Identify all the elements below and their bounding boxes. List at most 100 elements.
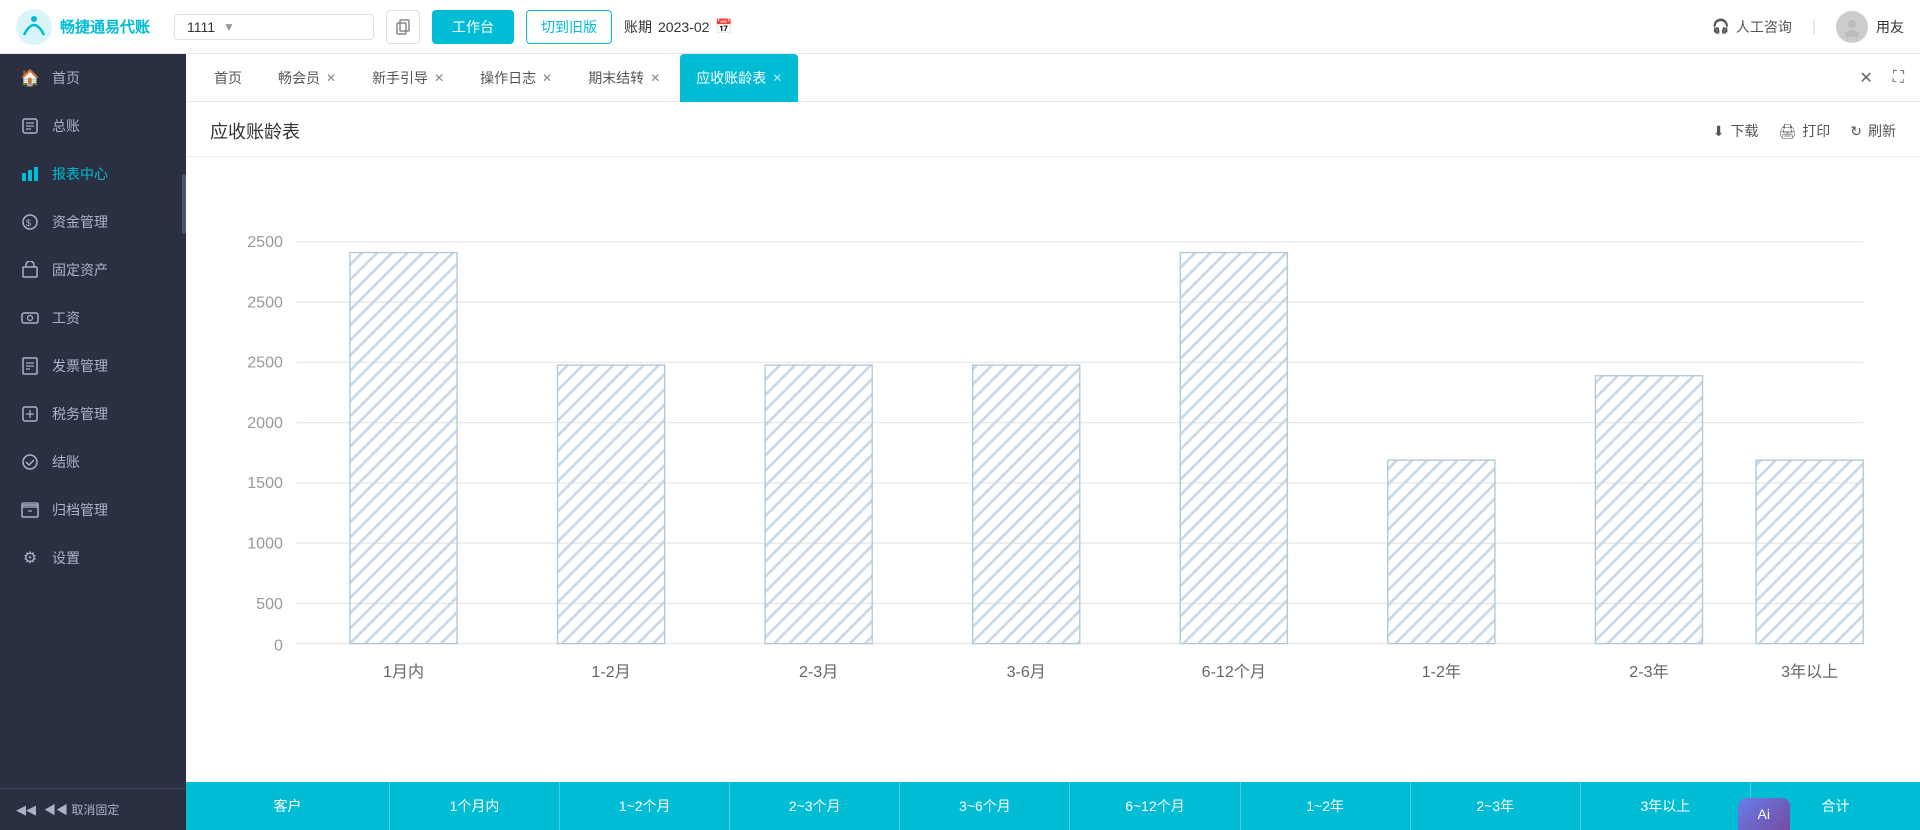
period-label: 账期: [624, 17, 652, 37]
sidebar-label-home: 首页: [52, 68, 80, 88]
col-2-3month: 2~3个月: [730, 782, 900, 830]
bar-1month: 1月内: [350, 253, 457, 682]
main-area: 🏠 首页 总账 报表中心 $ 资金管理: [0, 54, 1920, 830]
assets-icon: [20, 260, 40, 280]
pin-icon: ◀◀: [16, 802, 36, 818]
sidebar-item-settings[interactable]: ⚙ 设置: [0, 534, 186, 582]
bar-2-3month: 2-3月: [765, 365, 872, 681]
funds-icon: $: [20, 212, 40, 232]
sidebar-item-archive[interactable]: 归档管理: [0, 486, 186, 534]
sidebar-item-checkout[interactable]: 结账: [0, 438, 186, 486]
tax-icon: [20, 404, 40, 424]
calendar-icon[interactable]: 📅: [715, 18, 732, 35]
copy-button[interactable]: [386, 10, 420, 44]
app-container: 畅捷通易代账 1111 ▼ 工作台 切到旧版 账期 2023-02 📅 🎧 人工…: [0, 0, 1920, 830]
logo-icon: [16, 9, 52, 45]
svg-text:2-3年: 2-3年: [1629, 663, 1668, 681]
headset-icon: 🎧: [1712, 18, 1729, 35]
consult-label: 人工咨询: [1736, 17, 1792, 37]
salary-icon: [20, 308, 40, 328]
settings-icon: ⚙: [20, 548, 40, 568]
chevron-down-icon: ▼: [223, 20, 235, 34]
tab-guide-close[interactable]: ✕: [434, 71, 444, 85]
tab-period-end[interactable]: 期末结转 ✕: [572, 54, 676, 102]
tab-aging[interactable]: 应收账龄表 ✕: [680, 54, 798, 102]
svg-text:0: 0: [274, 636, 283, 654]
archive-icon: [20, 500, 40, 520]
svg-text:1500: 1500: [247, 474, 283, 492]
sidebar-item-reports[interactable]: 报表中心: [0, 150, 186, 198]
col-2-3year: 2~3年: [1411, 782, 1581, 830]
svg-text:2-3月: 2-3月: [799, 663, 838, 681]
col-customer: 客户: [186, 782, 390, 830]
sidebar-item-home[interactable]: 🏠 首页: [0, 54, 186, 102]
logo-text: 畅捷通易代账: [60, 16, 150, 37]
sidebar-item-funds[interactable]: $ 资金管理: [0, 198, 186, 246]
logo-area: 畅捷通易代账: [16, 9, 150, 45]
download-button[interactable]: ⬇ 下载: [1713, 121, 1759, 141]
sidebar-label-funds: 资金管理: [52, 212, 108, 232]
bar-1-2year: 1-2年: [1388, 460, 1495, 681]
ai-badge[interactable]: Ai: [1738, 798, 1790, 830]
sidebar-item-assets[interactable]: 固定资产: [0, 246, 186, 294]
user-avatar: [1836, 11, 1868, 43]
switch-old-button[interactable]: 切到旧版: [526, 10, 612, 44]
close-all-tabs-button[interactable]: ✕: [1855, 64, 1876, 92]
col-6-12month: 6~12个月: [1070, 782, 1240, 830]
sidebar-label-salary: 工资: [52, 308, 80, 328]
home-icon: 🏠: [20, 68, 40, 88]
tab-home-label: 首页: [214, 68, 242, 88]
print-button[interactable]: 🖨 打印: [1778, 121, 1830, 141]
top-right: 🎧 人工咨询 | 用友: [1712, 11, 1904, 43]
svg-text:3年以上: 3年以上: [1781, 663, 1838, 681]
tab-log-close[interactable]: ✕: [542, 71, 552, 85]
ledger-icon: [20, 116, 40, 136]
workbench-button[interactable]: 工作台: [432, 10, 514, 44]
checkout-icon: [20, 452, 40, 472]
reports-icon: [20, 164, 40, 184]
sidebar-item-invoice[interactable]: 发票管理: [0, 342, 186, 390]
table-header-row: 客户 1个月内 1~2个月 2~3个月 3~6个月 6~12个月: [186, 782, 1920, 830]
avatar-icon: [1842, 17, 1862, 37]
sidebar-footer[interactable]: ◀◀ ◀◀ 取消固定: [0, 788, 186, 830]
consult-button[interactable]: 🎧 人工咨询: [1712, 17, 1791, 37]
svg-text:1-2年: 1-2年: [1422, 663, 1461, 681]
chart-container: 2500 2500 2500 2000 1500 1000 500 0: [186, 157, 1920, 782]
tab-aging-close[interactable]: ✕: [772, 71, 782, 85]
refresh-button[interactable]: ↻ 刷新: [1850, 121, 1896, 141]
tab-log[interactable]: 操作日志 ✕: [464, 54, 568, 102]
sidebar-label-assets: 固定资产: [52, 260, 108, 280]
download-label: 下载: [1730, 121, 1758, 141]
tab-home[interactable]: 首页: [198, 54, 258, 102]
expand-tab-button[interactable]: ⛶: [1889, 65, 1908, 91]
sidebar-label-settings: 设置: [52, 548, 80, 568]
tabs-bar: 首页 畅会员 ✕ 新手引导 ✕ 操作日志 ✕ 期末结转 ✕: [186, 54, 1920, 102]
print-label: 打印: [1802, 121, 1830, 141]
sidebar-label-ledger: 总账: [52, 116, 80, 136]
period-area: 账期 2023-02 📅: [624, 17, 733, 37]
tab-aging-label: 应收账龄表: [696, 68, 766, 88]
invoice-icon: [20, 356, 40, 376]
aging-chart: 2500 2500 2500 2000 1500 1000 500 0: [216, 177, 1890, 762]
svg-text:$: $: [26, 218, 31, 228]
svg-text:2500: 2500: [247, 293, 283, 311]
tab-member-close[interactable]: ✕: [326, 71, 336, 85]
sidebar-item-ledger[interactable]: 总账: [0, 102, 186, 150]
company-selector[interactable]: 1111 ▼: [174, 14, 374, 40]
company-name: 1111: [187, 19, 215, 35]
user-area[interactable]: 用友: [1836, 11, 1904, 43]
sidebar-scrollbar: [182, 174, 186, 234]
col-1-2year: 1~2年: [1241, 782, 1411, 830]
sidebar-item-tax[interactable]: 税务管理: [0, 390, 186, 438]
tab-member[interactable]: 畅会员 ✕: [262, 54, 352, 102]
tab-member-label: 畅会员: [278, 68, 320, 88]
tab-guide[interactable]: 新手引导 ✕: [356, 54, 460, 102]
tab-period-end-label: 期末结转: [588, 68, 644, 88]
sidebar-item-salary[interactable]: 工资: [0, 294, 186, 342]
period-value: 2023-02: [658, 19, 709, 35]
tab-period-end-close[interactable]: ✕: [650, 71, 660, 85]
tab-guide-label: 新手引导: [372, 68, 428, 88]
col-3-6month: 3~6个月: [900, 782, 1070, 830]
sidebar-label-tax: 税务管理: [52, 404, 108, 424]
tabs-right: ✕ ⛶: [1855, 64, 1908, 92]
